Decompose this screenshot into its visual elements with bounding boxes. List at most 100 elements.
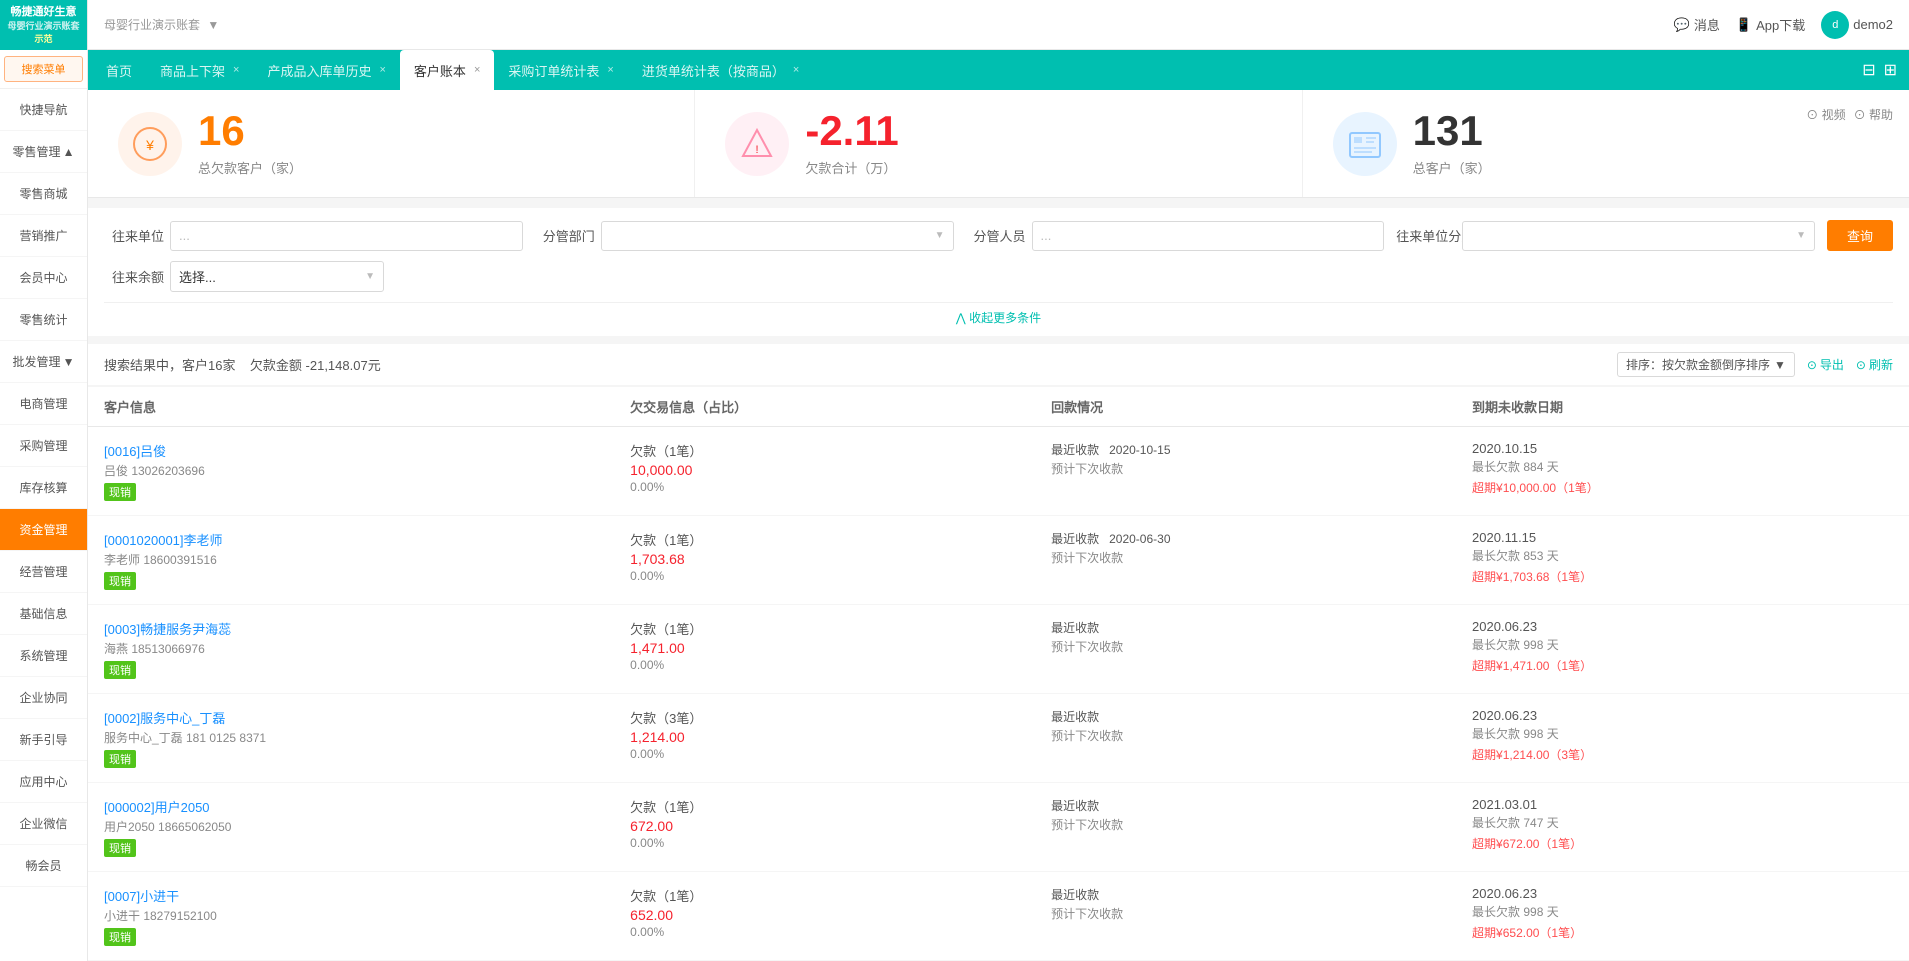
tab-purchase-stats[interactable]: 采购订单统计表 × [494,50,627,90]
due-col: 2020.06.23 最长欠款 998 天 超期¥1,471.00（1笔） [1472,619,1893,674]
tab-customer-account-close[interactable]: × [474,64,480,76]
tab-stock-stats-close[interactable]: × [793,64,799,76]
overdue-amount-link[interactable]: 超期¥1,703.68（1笔） [1472,568,1893,585]
filter-input-person[interactable]: ... [1032,221,1385,251]
sidebar-item-ecommerce[interactable]: 电商管理 [0,383,87,425]
table-row: [0016]吕俊 吕俊 13026203696 现销 欠款（1笔） 10,000… [88,427,1909,516]
last-payment-label: 最近收款 [1051,708,1472,725]
sidebar-item-corp[interactable]: 企业协同 [0,677,87,719]
tab-purchase-stats-label: 采购订单统计表 [508,61,599,80]
col-header-customer: 客户信息 [104,397,630,416]
sidebar-item-wholesale-mgmt[interactable]: 批发管理 ▼ [0,341,87,383]
filter-item-category: 往来单位分类 ▼ [1396,221,1815,251]
refresh-button[interactable]: ⊙ 刷新 [1856,356,1893,373]
customer-phone: 吕俊 13026203696 [104,462,630,479]
filter-select-balance[interactable]: 选择... ▼ [170,261,384,292]
next-payment-label: 预计下次收款 [1051,460,1472,477]
dropdown-icon[interactable]: ▼ [207,18,219,32]
tab-product-shelf-close[interactable]: × [233,64,239,76]
sidebar-item-app-center[interactable]: 应用中心 [0,761,87,803]
customer-name-link[interactable]: [0007]小进干 [104,886,630,905]
app-download-btn[interactable]: 📱 App下载 [1736,15,1805,34]
chevron-down-icon: ▲ [63,145,75,159]
debt-amount: 652.00 [630,907,1051,923]
overdue-amount-link[interactable]: 超期¥652.00（1笔） [1472,924,1893,941]
overdue-amount-link[interactable]: 超期¥1,214.00（3笔） [1472,746,1893,763]
sidebar-item-newbie[interactable]: 新手引导 [0,719,87,761]
export-button[interactable]: ⊙ 导出 [1807,356,1844,373]
overdue-amount-link[interactable]: 超期¥1,471.00（1笔） [1472,657,1893,674]
sidebar-item-business[interactable]: 经营管理 [0,551,87,593]
sidebar-item-retail-store[interactable]: 零售商城 [0,173,87,215]
debt-count: 欠款（1笔） [630,797,1051,816]
filter-select-category[interactable]: ▼ [1462,221,1815,251]
sidebar-item-marketing[interactable]: 营销推广 [0,215,87,257]
tab-product-shelf[interactable]: 商品上下架 × [146,50,253,90]
filter-row-2: 往来余额 选择... ▼ [104,261,1893,292]
refresh-icon: ⊙ [1856,358,1866,372]
overdue-amount-link[interactable]: 超期¥10,000.00（1笔） [1472,479,1893,496]
filter-item-partner: 往来单位 ... [104,221,523,251]
debt-percent: 0.00% [630,480,1051,494]
tab-customer-account-label: 客户账本 [414,61,466,80]
search-menu-button[interactable]: 搜索菜单 [4,56,83,82]
filter-input-partner[interactable]: ... [170,221,523,251]
sidebar-item-retail-mgmt[interactable]: 零售管理 ▲ [0,131,87,173]
tab-product-shelf-label: 商品上下架 [160,61,225,80]
user-avatar-btn[interactable]: d demo2 [1821,11,1893,39]
tab-product-history[interactable]: 产成品入库单历史 × [253,50,399,90]
sidebar-item-inventory[interactable]: 库存核算 [0,467,87,509]
tab-home[interactable]: 首页 [92,50,146,90]
sidebar-item-retail-stats[interactable]: 零售统计 [0,299,87,341]
next-payment-label: 预计下次收款 [1051,816,1472,833]
customer-phone: 海燕 18513066976 [104,640,630,657]
filter-label-partner: 往来单位 [104,226,164,245]
sidebar-item-finance[interactable]: 资金管理 [0,509,87,551]
overdue-days: 最长欠款 853 天 [1472,547,1893,564]
sidebar-item-system[interactable]: 系统管理 [0,635,87,677]
stat-icon-bg-total [1333,112,1397,176]
video-btn[interactable]: ⊙ 视频 [1806,106,1845,123]
sidebar-item-corp-wechat[interactable]: 企业微信 [0,803,87,845]
query-button[interactable]: 查询 [1827,220,1893,251]
filter-item-dept: 分管部门 ▼ [535,221,954,251]
message-btn[interactable]: 💬 消息 [1674,15,1720,34]
due-date: 2020.10.15 [1472,441,1893,456]
due-col: 2020.11.15 最长欠款 853 天 超期¥1,703.68（1笔） [1472,530,1893,585]
sidebar-item-member2[interactable]: 畅会员 [0,845,87,887]
customer-name-link[interactable]: [0001020001]李老师 [104,530,630,549]
tab-purchase-stats-close[interactable]: × [607,64,613,76]
debt-icon: ! [739,126,775,162]
stat-card-debt-customers: ¥ 16 总欠款客户（家） [88,90,695,197]
overdue-amount-link[interactable]: 超期¥672.00（1笔） [1472,835,1893,852]
collapse-filters-btn[interactable]: ⋀ 收起更多条件 [104,302,1893,332]
debt-count: 欠款（1笔） [630,530,1051,549]
repay-col: 最近收款 2020-10-15 预计下次收款 [1051,441,1472,477]
customer-tag: 现销 [104,839,136,857]
customer-name-link[interactable]: [0002]服务中心_丁磊 [104,708,630,727]
tab-customer-account[interactable]: 客户账本 × [400,50,494,90]
sidebar-item-purchase[interactable]: 采购管理 [0,425,87,467]
app-download-label: App下载 [1756,15,1805,34]
sort-select[interactable]: 排序：按欠款金额倒序排序 ▼ [1617,352,1795,377]
tab-stock-stats[interactable]: 进货单统计表（按商品） × [628,50,813,90]
tab-bar-end: ⊟ ⊞ [1862,60,1905,80]
tab-expand-icon[interactable]: ⊞ [1884,60,1897,80]
customer-name-link[interactable]: [000002]用户2050 [104,797,630,816]
filter-select-dept[interactable]: ▼ [601,221,954,251]
customer-name-link[interactable]: [0003]畅捷服务尹海蕊 [104,619,630,638]
stat-text-customers: 16 总欠款客户（家） [198,110,302,177]
tab-bar: 首页 商品上下架 × 产成品入库单历史 × 客户账本 × 采购订单统计表 × 进… [88,50,1909,90]
message-label: 消息 [1694,15,1720,34]
tab-product-history-close[interactable]: × [379,64,385,76]
sidebar-item-basic-info[interactable]: 基础信息 [0,593,87,635]
sidebar-item-member[interactable]: 会员中心 [0,257,87,299]
customer-name-link[interactable]: [0016]吕俊 [104,441,630,460]
tab-minimize-icon[interactable]: ⊟ [1862,60,1875,80]
sidebar-item-quick-nav[interactable]: 快捷导航 [0,89,87,131]
filter-label-dept: 分管部门 [535,226,595,245]
debt-percent: 0.00% [630,569,1051,583]
filter-input-partner-dots: ... [179,228,190,243]
help-btn[interactable]: ⊙ 帮助 [1854,106,1893,123]
top-header: 母婴行业演示账套 ▼ 💬 消息 📱 App下载 d demo2 [88,0,1909,50]
